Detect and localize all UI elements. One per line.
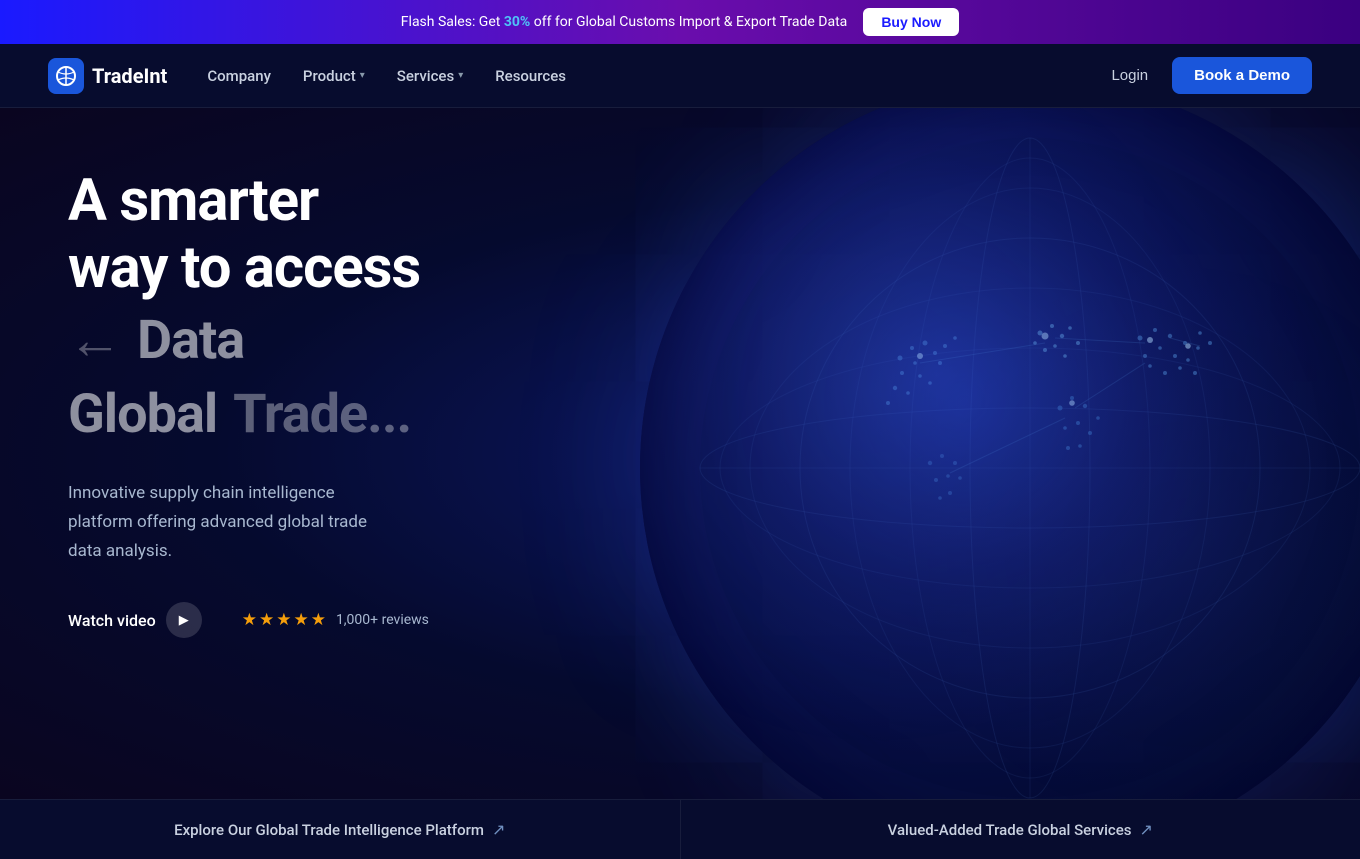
reviews: ★ ★ ★ ★ ★ 1,000+ reviews	[242, 610, 429, 630]
logo-icon	[48, 58, 84, 94]
navbar: TradeInt Company Product ▾ Services ▾ Re…	[0, 44, 1360, 108]
bottom-item-explore[interactable]: Explore Our Global Trade Intelligence Pl…	[0, 800, 681, 859]
logo-text: TradeInt	[92, 64, 167, 88]
nav-item-resources[interactable]: Resources	[495, 67, 566, 85]
star-rating: ★ ★ ★ ★ ★	[242, 610, 326, 630]
hero-title: A smarter way to access ← Data Global Tr…	[68, 168, 429, 451]
animated-word-global: Global	[68, 384, 217, 446]
globe-container	[640, 108, 1360, 799]
nav-item-company[interactable]: Company	[207, 67, 271, 85]
logo[interactable]: TradeInt	[48, 58, 167, 94]
hero-actions: Watch video ▶ ★ ★ ★ ★ ★ 1,000+ reviews	[68, 602, 429, 638]
book-demo-button[interactable]: Book a Demo	[1172, 57, 1312, 94]
flash-banner: Flash Sales: Get 30% off for Global Cust…	[0, 0, 1360, 44]
review-count: 1,000+ reviews	[336, 612, 429, 628]
hero-section: A smarter way to access ← Data Global Tr…	[0, 108, 1360, 799]
animated-word-trade: Trade...	[233, 384, 411, 446]
login-button[interactable]: Login	[1111, 67, 1148, 84]
globe	[640, 108, 1360, 799]
nav-item-product[interactable]: Product ▾	[303, 67, 365, 85]
bottom-bar: Explore Our Global Trade Intelligence Pl…	[0, 799, 1360, 859]
arrow-icon-2: ↗	[1139, 820, 1152, 839]
navbar-left: TradeInt Company Product ▾ Services ▾ Re…	[48, 58, 566, 94]
chevron-down-icon: ▾	[360, 70, 365, 81]
star-5: ★	[311, 610, 326, 630]
arrow-icon-1: ↗	[492, 820, 505, 839]
flash-text: Flash Sales: Get 30% off for Global Cust…	[401, 14, 848, 30]
watch-video-link[interactable]: Watch video ▶	[68, 602, 202, 638]
nav-item-services[interactable]: Services ▾	[397, 67, 463, 85]
hero-content: A smarter way to access ← Data Global Tr…	[68, 168, 429, 638]
star-2: ★	[259, 610, 274, 630]
buy-now-button[interactable]: Buy Now	[863, 8, 959, 36]
bottom-item-services[interactable]: Valued-Added Trade Global Services ↗	[681, 800, 1360, 859]
star-1: ★	[242, 610, 257, 630]
star-3: ★	[276, 610, 291, 630]
animated-word-arrow: ←	[68, 310, 121, 372]
star-4: ★	[293, 610, 308, 630]
hero-subtitle: Innovative supply chain intelligence pla…	[68, 479, 429, 566]
navbar-right: Login Book a Demo	[1111, 57, 1312, 94]
animated-word-data: Data	[137, 310, 244, 372]
chevron-down-icon: ▾	[458, 70, 463, 81]
play-icon: ▶	[166, 602, 202, 638]
nav-links: Company Product ▾ Services ▾ Resources	[207, 67, 566, 85]
